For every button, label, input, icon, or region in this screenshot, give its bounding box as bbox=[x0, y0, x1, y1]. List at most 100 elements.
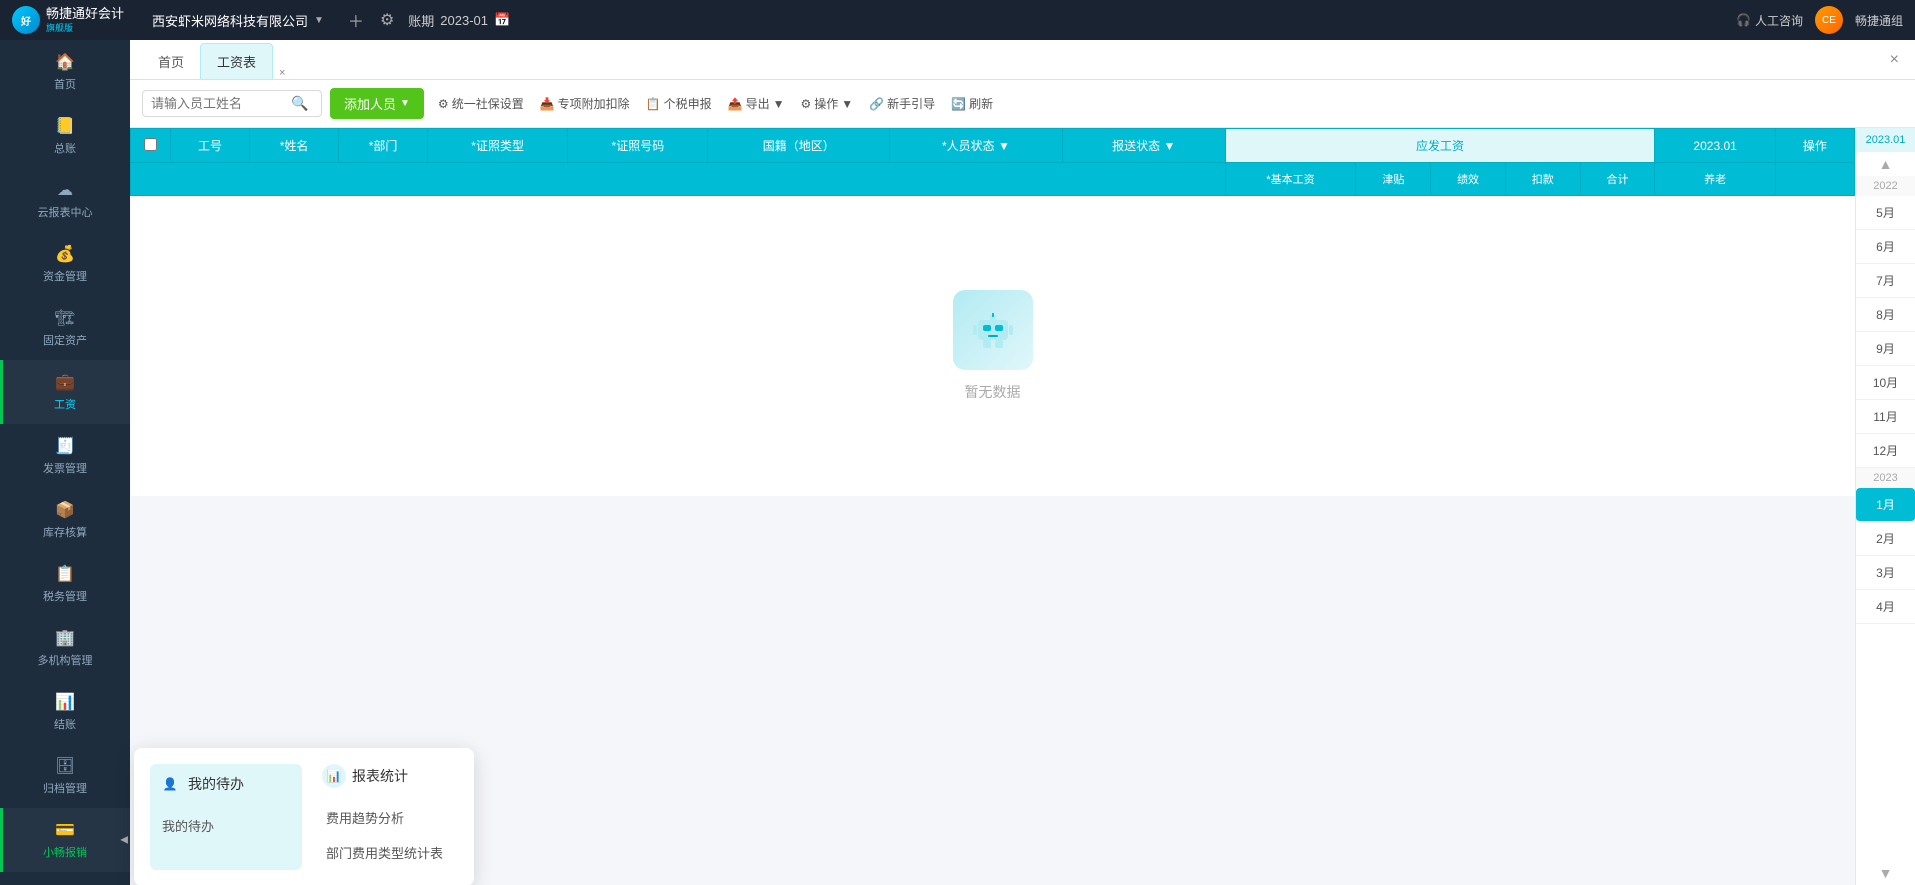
deduction-sub: 扣款 bbox=[1505, 163, 1580, 196]
month-item-2023-1[interactable]: 1月 bbox=[1856, 488, 1915, 522]
username: 畅捷通组 bbox=[1855, 12, 1903, 29]
tab-salary-table[interactable]: 工资表 bbox=[200, 43, 273, 79]
company-selector[interactable]: 西安虾米网络科技有限公司 ▼ bbox=[142, 7, 334, 34]
month-item-6[interactable]: 6月 bbox=[1856, 230, 1915, 264]
sidebar-item-settings[interactable]: ⚙ 基础设置 bbox=[0, 872, 130, 885]
apply-wages-col: 应发工资 bbox=[1225, 129, 1655, 163]
tax-report-icon: 📋 bbox=[646, 97, 661, 111]
salary-table: 工号 *姓名 *部门 *证照类型 *证照号码 国籍（地区） *人员状态 ▼ bbox=[130, 128, 1855, 496]
sidebar-label-home: 首页 bbox=[54, 76, 76, 92]
settle-icon: 📊 bbox=[55, 692, 75, 712]
export-arrow-icon: ▼ bbox=[773, 97, 785, 111]
month-item-11[interactable]: 11月 bbox=[1856, 400, 1915, 434]
tax-report-button[interactable]: 📋 个税申报 bbox=[640, 91, 718, 116]
sidebar-label-archive: 归档管理 bbox=[43, 780, 87, 796]
calendar-icon[interactable]: 📅 bbox=[494, 12, 510, 28]
select-all-checkbox[interactable] bbox=[144, 138, 157, 151]
sidebar-item-expense[interactable]: 💳 小畅报销 ◀ bbox=[0, 808, 130, 872]
sidebar-item-salary[interactable]: 💼 工资 bbox=[0, 360, 130, 424]
operations-button[interactable]: ⚙ 操作 ▼ bbox=[795, 91, 860, 116]
month-item-2023-2[interactable]: 2月 bbox=[1856, 522, 1915, 556]
green-indicator bbox=[0, 808, 3, 872]
dept-col: *部门 bbox=[339, 129, 428, 163]
refresh-button[interactable]: 🔄 刷新 bbox=[945, 91, 999, 116]
sidebar-item-inventory[interactable]: 📦 库存核算 bbox=[0, 488, 130, 552]
bonus-sub: 绩效 bbox=[1431, 163, 1506, 196]
operations-icon: ⚙ bbox=[801, 97, 812, 111]
special-deduct-button[interactable]: 📥 专项附加扣除 bbox=[534, 91, 636, 116]
month-item-5[interactable]: 5月 bbox=[1856, 196, 1915, 230]
ledger-icon: 📒 bbox=[55, 116, 75, 136]
sidebar-item-settle[interactable]: 📊 结账 bbox=[0, 680, 130, 744]
add-company-button[interactable]: ＋ bbox=[344, 4, 368, 36]
tab-close-button[interactable]: × bbox=[279, 67, 285, 79]
sidebar-item-tax[interactable]: 📋 税务管理 bbox=[0, 552, 130, 616]
spacer-sub bbox=[131, 163, 1226, 196]
logo-area: 好 畅捷通好会计 旗舰版 bbox=[12, 6, 142, 35]
sidebar-item-assets[interactable]: 🏗 固定资产 bbox=[0, 296, 130, 360]
company-name: 西安虾米网络科技有限公司 bbox=[152, 11, 308, 30]
add-employee-button[interactable]: 添加人员 ▼ bbox=[330, 88, 424, 119]
inventory-icon: 📦 bbox=[55, 500, 75, 520]
pension-sub: 养老 bbox=[1655, 163, 1775, 196]
sidebar-item-funds[interactable]: 💰 资金管理 bbox=[0, 232, 130, 296]
dept-expense-label: 部门费用类型统计表 bbox=[326, 846, 443, 861]
month-panel-header: 2023.01 bbox=[1856, 128, 1915, 152]
month-item-7[interactable]: 7月 bbox=[1856, 264, 1915, 298]
invoice-icon: 🧾 bbox=[55, 436, 75, 456]
month-item-2023-4[interactable]: 4月 bbox=[1856, 590, 1915, 624]
tab-home[interactable]: 首页 bbox=[142, 44, 200, 79]
operations-arrow-icon: ▼ bbox=[841, 97, 853, 111]
month-item-2023-3[interactable]: 3月 bbox=[1856, 556, 1915, 590]
search-input[interactable] bbox=[151, 96, 291, 111]
month-panel: 2023.01 ▲ 2022 5月 6月 7月 8月 9月 10月 11月 12… bbox=[1855, 128, 1915, 885]
month-item-8[interactable]: 8月 bbox=[1856, 298, 1915, 332]
settings-button[interactable]: ⚙ bbox=[376, 6, 398, 34]
sidebar-item-archive[interactable]: 🗄 归档管理 bbox=[0, 744, 130, 808]
popup-item-my-todo[interactable]: 我的待办 bbox=[158, 808, 294, 843]
service-button[interactable]: 🎧 人工咨询 bbox=[1736, 12, 1803, 29]
report-filter-icon[interactable]: ▼ bbox=[1163, 139, 1175, 153]
sidebar-item-invoice[interactable]: 🧾 发票管理 bbox=[0, 424, 130, 488]
popup-item-expense-trend[interactable]: 费用趋势分析 bbox=[322, 800, 458, 835]
top-header: 好 畅捷通好会计 旗舰版 西安虾米网络科技有限公司 ▼ ＋ ⚙ 账期 2023-… bbox=[0, 0, 1915, 40]
service-label: 人工咨询 bbox=[1755, 12, 1803, 29]
period-info: 账期 2023-01 📅 bbox=[408, 11, 510, 30]
sidebar-item-cloud[interactable]: ☁ 云报表中心 bbox=[0, 168, 130, 232]
search-icon: 🔍 bbox=[291, 95, 308, 112]
export-button[interactable]: 📤 导出 ▼ bbox=[722, 91, 791, 116]
sidebar-item-ledger[interactable]: 📒 总账 bbox=[0, 104, 130, 168]
headset-icon: 🎧 bbox=[1736, 13, 1751, 27]
special-deduct-icon: 📥 bbox=[540, 97, 555, 111]
new-guide-button[interactable]: 🔗 新手引导 bbox=[863, 91, 941, 116]
sidebar-item-multi[interactable]: 🏢 多机构管理 bbox=[0, 616, 130, 680]
tax-icon: 📋 bbox=[55, 564, 75, 584]
salary-icon: 💼 bbox=[55, 372, 75, 392]
search-box: 🔍 bbox=[142, 90, 322, 117]
period-value: 2023-01 bbox=[440, 13, 488, 28]
period-col: 2023.01 bbox=[1655, 129, 1775, 163]
sidebar-label-cloud: 云报表中心 bbox=[38, 204, 93, 220]
popup-item-dept-expense[interactable]: 部门费用类型统计表 bbox=[322, 835, 458, 870]
month-nav-down-button[interactable]: ▼ bbox=[1856, 861, 1915, 885]
report-status-col: 报送状态 ▼ bbox=[1062, 129, 1225, 163]
month-list: 2022 5月 6月 7月 8月 9月 10月 11月 12月 2023 1月 … bbox=[1856, 176, 1915, 861]
month-item-9[interactable]: 9月 bbox=[1856, 332, 1915, 366]
sidebar-label-settle: 结账 bbox=[54, 716, 76, 732]
close-all-tabs-button[interactable]: × bbox=[1890, 51, 1899, 69]
todo-icon: 👤 bbox=[158, 772, 182, 796]
month-item-10[interactable]: 10月 bbox=[1856, 366, 1915, 400]
avatar: CE bbox=[1815, 6, 1843, 34]
my-todo-label: 我的待办 bbox=[162, 819, 214, 834]
tab-bar: 首页 工资表 × × bbox=[130, 40, 1915, 80]
home-icon: 🏠 bbox=[55, 52, 75, 72]
robot-svg bbox=[968, 305, 1018, 355]
sidebar-item-home[interactable]: 🏠 首页 bbox=[0, 40, 130, 104]
year-2022-label: 2022 bbox=[1856, 176, 1915, 196]
month-nav-up-button[interactable]: ▲ bbox=[1856, 152, 1915, 176]
popup-left-header-label: 我的待办 bbox=[188, 774, 244, 794]
status-filter-icon[interactable]: ▼ bbox=[998, 139, 1010, 153]
social-settings-button[interactable]: ⚙ 统一社保设置 bbox=[432, 91, 530, 116]
sidebar-label-tax: 税务管理 bbox=[43, 588, 87, 604]
month-item-12[interactable]: 12月 bbox=[1856, 434, 1915, 468]
